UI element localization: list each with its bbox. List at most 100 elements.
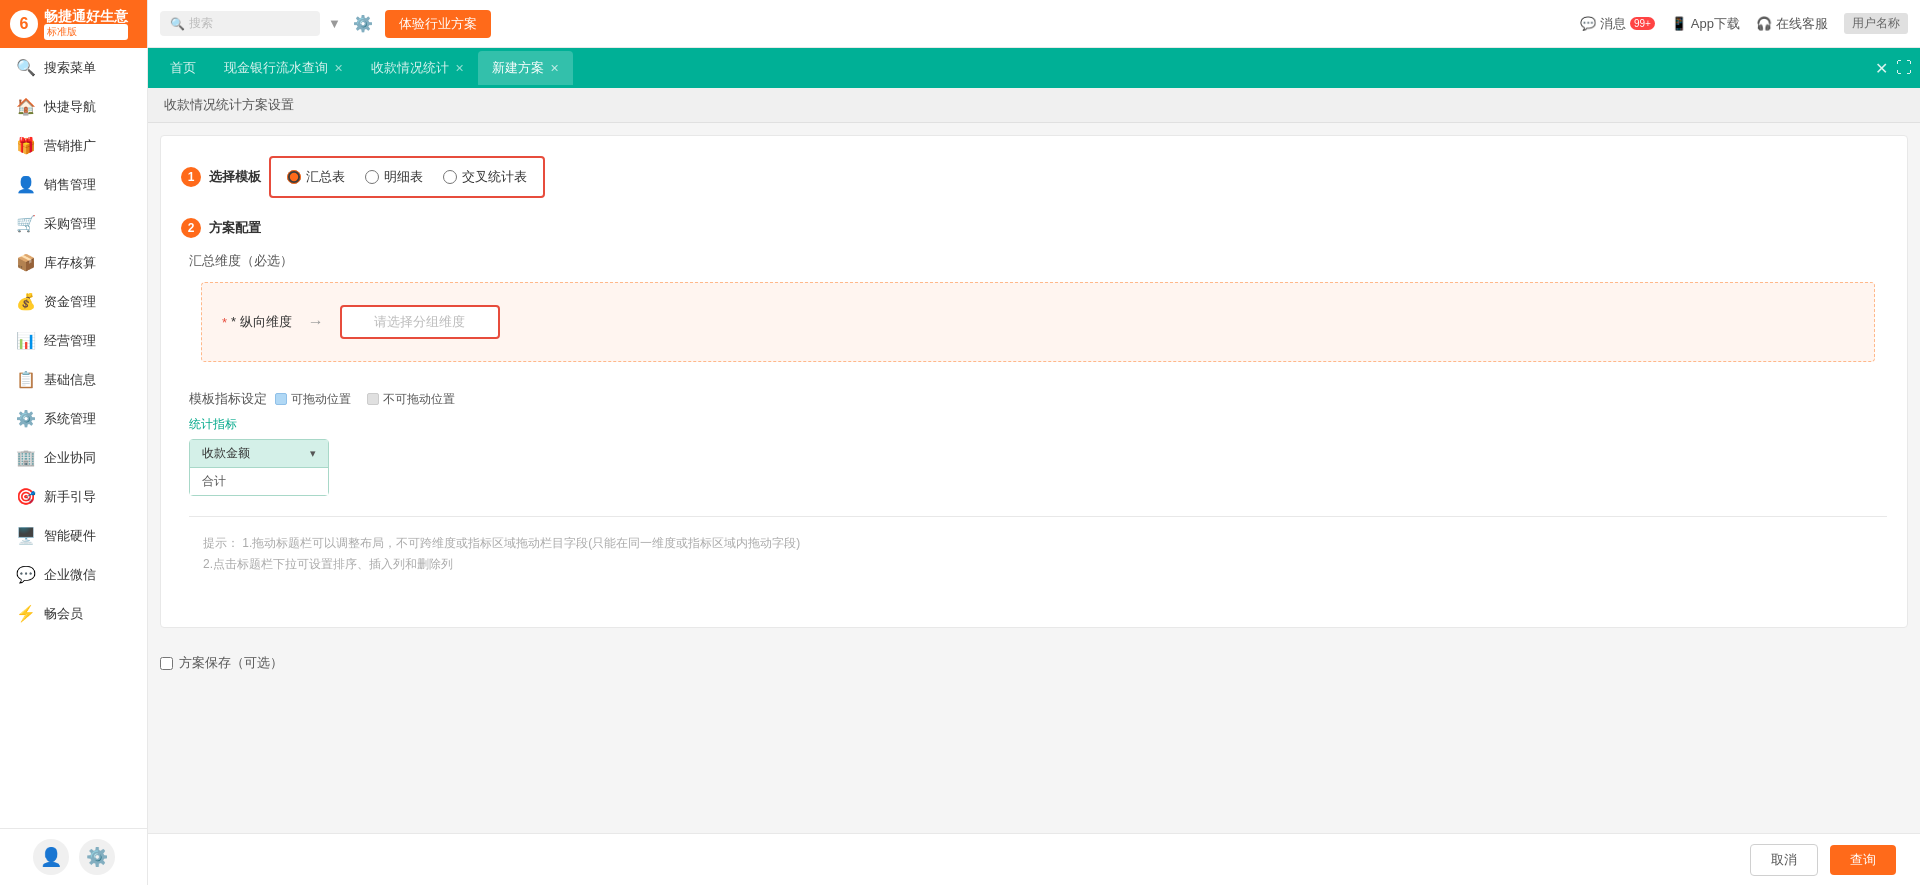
sidebar-item-label: 经营管理: [44, 332, 96, 350]
required-star: *: [222, 315, 227, 330]
tab-receipts-stat-close[interactable]: ✕: [455, 62, 464, 75]
amount-dropdown-icon[interactable]: ▾: [310, 447, 316, 460]
draggable-color-box: [275, 393, 287, 405]
topbar: 🔍 搜索 ▼ ⚙️ 体验行业方案 💬 消息 99+ 📱 App下载 🎧 在线客服…: [148, 0, 1920, 48]
template-radio-group: 汇总表 明细表 交叉统计表: [287, 168, 527, 186]
sidebar-item-system[interactable]: ⚙️ 系统管理: [0, 399, 147, 438]
sidebar-item-basic-info[interactable]: 📋 基础信息: [0, 360, 147, 399]
sidebar-item-label: 畅会员: [44, 605, 83, 623]
radio-cross[interactable]: 交叉统计表: [443, 168, 527, 186]
close-window-icon[interactable]: ✕: [1875, 59, 1888, 78]
notifications-item[interactable]: 💬 消息 99+: [1580, 15, 1655, 33]
sidebar-item-label: 销售管理: [44, 176, 96, 194]
sidebar-item-operations[interactable]: 📊 经营管理: [0, 321, 147, 360]
phone-icon: 📱: [1671, 16, 1687, 31]
logo-text: 畅捷通好生意: [44, 8, 128, 25]
query-button[interactable]: 查询: [1830, 845, 1896, 875]
tab-new-plan-close[interactable]: ✕: [550, 62, 559, 75]
sidebar-logo: 6 畅捷通好生意 标准版: [0, 0, 147, 48]
search-menu-icon: 🔍: [16, 58, 36, 77]
sidebar-item-purchase[interactable]: 🛒 采购管理: [0, 204, 147, 243]
sidebar-user-avatar[interactable]: 👤: [33, 839, 69, 875]
step2-section: 2 方案配置 汇总维度（必选） * * 纵向维度 → 请选择分组维度: [181, 218, 1887, 587]
radio-detail-input[interactable]: [365, 170, 379, 184]
chart-icon: 📊: [16, 331, 36, 350]
footer-bar: 取消 查询: [148, 833, 1920, 885]
home-icon: 🏠: [16, 97, 36, 116]
tip-1: 提示： 1.拖动标题栏可以调整布局，不可跨维度或指标区域拖动栏目字段(只能在同一…: [203, 535, 1873, 552]
clipboard-icon: 📋: [16, 370, 36, 389]
sidebar-item-quick-nav[interactable]: 🏠 快捷导航: [0, 87, 147, 126]
box-icon: 📦: [16, 253, 36, 272]
app-download-item[interactable]: 📱 App下载: [1671, 15, 1740, 33]
step1-header: 1 选择模板 汇总表 明细表: [181, 156, 1887, 198]
cart-icon: 🛒: [16, 214, 36, 233]
draggable-label: 可拖动位置: [291, 391, 351, 408]
sidebar-item-wechat[interactable]: 💬 企业微信: [0, 555, 147, 594]
notifications-label: 消息: [1600, 15, 1626, 33]
topbar-dropdown-arrow[interactable]: ▼: [328, 16, 341, 31]
topbar-gear-icon[interactable]: ⚙️: [353, 14, 373, 33]
tab-bank-flow[interactable]: 现金银行流水查询 ✕: [210, 51, 357, 85]
breadcrumb: 收款情况统计方案设置: [164, 97, 294, 112]
user-icon: 👤: [16, 175, 36, 194]
tab-receipts-stat[interactable]: 收款情况统计 ✕: [357, 51, 478, 85]
divider: [189, 516, 1887, 517]
sidebar-item-label: 营销推广: [44, 137, 96, 155]
target-icon: 🎯: [16, 487, 36, 506]
radio-detail[interactable]: 明细表: [365, 168, 423, 186]
trial-button[interactable]: 体验行业方案: [385, 10, 491, 38]
sidebar-item-label: 资金管理: [44, 293, 96, 311]
content-area: 收款情况统计方案设置 1 选择模板 汇总表: [148, 88, 1920, 885]
sidebar-item-capital[interactable]: 💰 资金管理: [0, 282, 147, 321]
topbar-search[interactable]: 🔍 搜索: [160, 11, 320, 36]
app-download-label: App下载: [1691, 15, 1740, 33]
radio-summary[interactable]: 汇总表: [287, 168, 345, 186]
radio-cross-input[interactable]: [443, 170, 457, 184]
sidebar-item-hardware[interactable]: 🖥️ 智能硬件: [0, 516, 147, 555]
save-checkbox[interactable]: [160, 657, 173, 670]
sidebar-item-guide[interactable]: 🎯 新手引导: [0, 477, 147, 516]
step1-title: 选择模板: [209, 168, 261, 186]
maximize-window-icon[interactable]: ⛶: [1896, 59, 1912, 78]
tab-bank-flow-close[interactable]: ✕: [334, 62, 343, 75]
tabs-bar: 首页 现金银行流水查询 ✕ 收款情况统计 ✕ 新建方案 ✕ ✕ ⛶: [148, 48, 1920, 88]
sidebar-item-label: 企业协同: [44, 449, 96, 467]
save-label[interactable]: 方案保存（可选）: [179, 654, 283, 672]
sidebar-item-label: 快捷导航: [44, 98, 96, 116]
headset-icon: 🎧: [1756, 16, 1772, 31]
user-label: 用户名称: [1852, 16, 1900, 30]
stat-table-total: 合计: [190, 468, 328, 495]
gear-icon: ⚙️: [16, 409, 36, 428]
user-name-display[interactable]: 用户名称: [1844, 13, 1908, 34]
sidebar-settings-icon[interactable]: ⚙️: [79, 839, 115, 875]
page-title-bar: 收款情况统计方案设置: [148, 88, 1920, 123]
building-icon: 🏢: [16, 448, 36, 467]
sidebar-item-member[interactable]: ⚡ 畅会员: [0, 594, 147, 633]
dimension-container: 汇总维度（必选） * * 纵向维度 → 请选择分组维度: [189, 252, 1887, 587]
sidebar-item-enterprise[interactable]: 🏢 企业协同: [0, 438, 147, 477]
metrics-label: 模板指标设定 可拖动位置 不可拖动位置: [189, 390, 1873, 408]
message-icon: 💬: [1580, 16, 1596, 31]
radio-summary-label: 汇总表: [306, 168, 345, 186]
sidebar-item-label: 搜索菜单: [44, 59, 96, 77]
tab-receipts-stat-label: 收款情况统计: [371, 59, 449, 77]
sidebar-item-sales[interactable]: 👤 销售管理: [0, 165, 147, 204]
non-draggable-indicator: 不可拖动位置: [367, 391, 455, 408]
dimension-select[interactable]: 请选择分组维度: [340, 305, 500, 339]
save-option: 方案保存（可选）: [148, 640, 1920, 686]
online-service-item[interactable]: 🎧 在线客服: [1756, 15, 1828, 33]
sidebar-item-marketing[interactable]: 🎁 营销推广: [0, 126, 147, 165]
radio-summary-input[interactable]: [287, 170, 301, 184]
tab-new-plan[interactable]: 新建方案 ✕: [478, 51, 573, 85]
monitor-icon: 🖥️: [16, 526, 36, 545]
tab-home[interactable]: 首页: [156, 51, 210, 85]
stat-table-header: 收款金额 ▾: [190, 440, 328, 468]
template-select-box: 汇总表 明细表 交叉统计表: [269, 156, 545, 198]
tips-section: 提示： 1.拖动标题栏可以调整布局，不可跨维度或指标区域拖动栏目字段(只能在同一…: [189, 525, 1887, 587]
cancel-button[interactable]: 取消: [1750, 844, 1818, 876]
sidebar-item-inventory[interactable]: 📦 库存核算: [0, 243, 147, 282]
notifications-badge: 99+: [1630, 17, 1655, 30]
sidebar-item-search-menu[interactable]: 🔍 搜索菜单: [0, 48, 147, 87]
radio-detail-label: 明细表: [384, 168, 423, 186]
